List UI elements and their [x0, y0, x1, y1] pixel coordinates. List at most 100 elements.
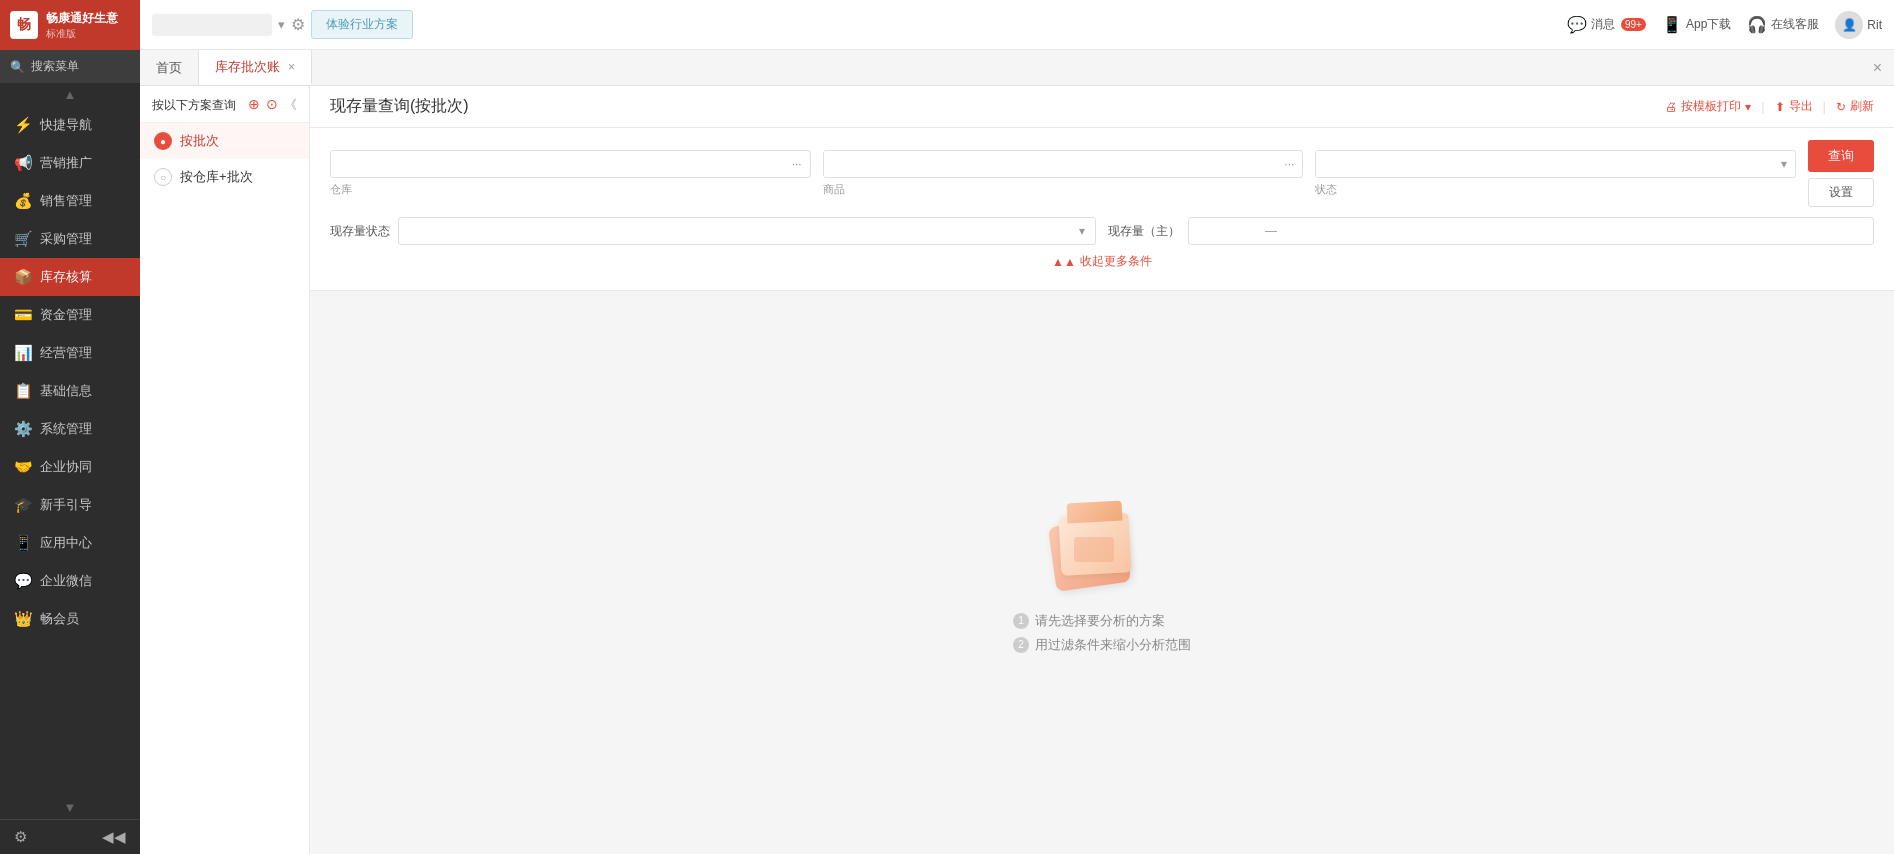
tab-spacer [312, 50, 1861, 85]
sidebar-app-title: 畅康通好生意 [46, 10, 118, 27]
filter-status-input[interactable] [1316, 151, 1773, 177]
box-lid [1067, 500, 1123, 523]
collapse-up-icon: ▲▲ [1052, 255, 1076, 269]
divider2: | [1823, 99, 1826, 114]
sidebar-item-newbie-label: 新手引导 [40, 496, 92, 514]
filter-row-2: 现存量状态 ▾ 现存量（主） — [330, 217, 1874, 245]
left-panel-header: 按以下方案查询 ⊕ ⊙ 《 [140, 86, 309, 123]
customer-service-group[interactable]: 🎧 在线客服 [1747, 15, 1819, 34]
sidebar-item-sales[interactable]: 💰 销售管理 [0, 182, 140, 220]
phone-icon: 📱 [1662, 15, 1682, 34]
print-action[interactable]: 🖨 按模板打印 ▾ [1665, 98, 1751, 115]
filter-product-label: 商品 [823, 182, 1304, 197]
filter-inventory-status-item: 现存量状态 ▾ [330, 217, 1096, 245]
sidebar-item-basic[interactable]: 📋 基础信息 [0, 372, 140, 410]
sidebar-item-operations[interactable]: 📊 经营管理 [0, 334, 140, 372]
box-face [1074, 537, 1114, 562]
left-panel-item-warehouse-batch-label: 按仓库+批次 [180, 168, 253, 186]
page-header-actions: 🖨 按模板打印 ▾ | ⬆ 导出 | ↻ 刷新 [1665, 98, 1874, 115]
filter-product-input[interactable] [824, 151, 1277, 177]
filter-actions: 查询 设置 [1808, 140, 1874, 207]
sidebar-item-newbie[interactable]: 🎓 新手引导 [0, 486, 140, 524]
app-download-group[interactable]: 📱 App下载 [1662, 15, 1731, 34]
filter-inventory-qty-range: — [1188, 217, 1874, 245]
marketing-icon: 📢 [14, 154, 32, 172]
topbar: ▾ ⚙ 体验行业方案 💬 消息 99+ 📱 App下载 🎧 在线客服 👤 Rit [140, 0, 1894, 50]
username: Rit [1867, 18, 1882, 32]
system-icon: ⚙️ [14, 420, 32, 438]
sidebar-search[interactable]: 🔍 搜索菜单 [0, 50, 140, 83]
user-group[interactable]: 👤 Rit [1835, 11, 1882, 39]
topbar-left: ▾ ⚙ 体验行业方案 [152, 10, 1559, 39]
qty-range-dash: — [1265, 224, 1277, 238]
print-arrow: ▾ [1745, 100, 1751, 114]
empty-illustration [1042, 492, 1162, 602]
finance-icon: 💳 [14, 306, 32, 324]
sidebar-item-membership[interactable]: 👑 畅会员 [0, 600, 140, 638]
tab-home[interactable]: 首页 [140, 50, 199, 85]
messages-group[interactable]: 💬 消息 99+ [1567, 15, 1646, 34]
sidebar-item-inventory[interactable]: 📦 库存核算 [0, 258, 140, 296]
query-button[interactable]: 查询 [1808, 140, 1874, 172]
divider1: | [1761, 99, 1764, 114]
refresh-label: 刷新 [1850, 98, 1874, 115]
experience-btn[interactable]: 体验行业方案 [311, 10, 413, 39]
left-panel-actions: ⊕ ⊙ 《 [248, 96, 297, 114]
collapse-panel-icon[interactable]: 《 [284, 96, 297, 114]
tab-close-icon[interactable]: × [288, 60, 295, 74]
tip-num-2: 2 [1013, 637, 1029, 653]
sidebar-item-marketing[interactable]: 📢 营销推广 [0, 144, 140, 182]
filter-row-1: ··· 仓库 ··· 商品 ▾ [330, 140, 1874, 207]
sidebar-bottom: ⚙ ◀◀ [0, 819, 140, 854]
left-panel-item-warehouse-batch[interactable]: ○ 按仓库+批次 [140, 159, 309, 195]
sidebar-item-quick-nav-label: 快捷导航 [40, 116, 92, 134]
filter-qty-max-input[interactable] [1283, 224, 1343, 238]
sidebar-item-enterprise[interactable]: 🤝 企业协同 [0, 448, 140, 486]
sidebar-item-purchase[interactable]: 🛒 采购管理 [0, 220, 140, 258]
dropdown-arrow-icon: ▾ [1079, 224, 1085, 238]
filter-product-more[interactable]: ··· [1276, 157, 1302, 171]
avatar: 👤 [1835, 11, 1863, 39]
filter-collapse[interactable]: ▲▲ 收起更多条件 [330, 245, 1874, 278]
settings-button[interactable]: 设置 [1808, 178, 1874, 207]
sidebar-header: 畅 畅康通好生意 标准版 [0, 0, 140, 50]
left-panel-title: 按以下方案查询 [152, 97, 236, 114]
messages-label: 消息 [1591, 16, 1615, 33]
sidebar-item-marketing-label: 营销推广 [40, 154, 92, 172]
app-download-label: App下载 [1686, 16, 1731, 33]
filter-status-dropdown-icon[interactable]: ▾ [1773, 157, 1795, 171]
topbar-gear-icon[interactable]: ⚙ [291, 15, 305, 34]
sidebar-item-wechat[interactable]: 💬 企业微信 [0, 562, 140, 600]
sales-icon: 💰 [14, 192, 32, 210]
filter-inventory-status-dropdown[interactable]: ▾ [398, 217, 1096, 245]
sidebar-item-appstore[interactable]: 📱 应用中心 [0, 524, 140, 562]
left-panel-item-batch[interactable]: ● 按批次 [140, 123, 309, 159]
sidebar-scroll-up[interactable]: ▲ [0, 83, 140, 106]
filter-qty-min-input[interactable] [1199, 224, 1259, 238]
tab-panel-close[interactable]: × [1861, 50, 1894, 85]
filter-warehouse-more[interactable]: ··· [784, 157, 810, 171]
topbar-search-input[interactable] [152, 14, 272, 36]
operations-icon: 📊 [14, 344, 32, 362]
topbar-chevron-icon[interactable]: ▾ [278, 17, 285, 32]
sidebar-nav: ⚡ 快捷导航 📢 营销推广 💰 销售管理 🛒 采购管理 📦 库存核算 💳 资金管… [0, 106, 140, 796]
filter-product-group: ··· 商品 [823, 150, 1304, 197]
filter-warehouse-label: 仓库 [330, 182, 811, 197]
appstore-icon: 📱 [14, 534, 32, 552]
collapse-sidebar-icon[interactable]: ◀◀ [102, 828, 126, 846]
sidebar-item-quick-nav[interactable]: ⚡ 快捷导航 [0, 106, 140, 144]
refresh-action[interactable]: ↻ 刷新 [1836, 98, 1874, 115]
sidebar-item-system[interactable]: ⚙️ 系统管理 [0, 410, 140, 448]
settings-icon[interactable]: ⚙ [14, 828, 27, 846]
sidebar-item-finance[interactable]: 💳 资金管理 [0, 296, 140, 334]
settings-scheme-icon[interactable]: ⊙ [266, 96, 278, 114]
tab-inventory-batch[interactable]: 库存批次账 × [199, 50, 312, 85]
warehouse-batch-dot: ○ [154, 168, 172, 186]
customer-service-label: 在线客服 [1771, 16, 1819, 33]
search-icon: 🔍 [10, 60, 25, 74]
export-action[interactable]: ⬆ 导出 [1775, 98, 1813, 115]
sidebar-scroll-down[interactable]: ▼ [0, 796, 140, 819]
filter-warehouse-input[interactable] [331, 151, 784, 177]
add-scheme-icon[interactable]: ⊕ [248, 96, 260, 114]
tip-num-1: 1 [1013, 613, 1029, 629]
